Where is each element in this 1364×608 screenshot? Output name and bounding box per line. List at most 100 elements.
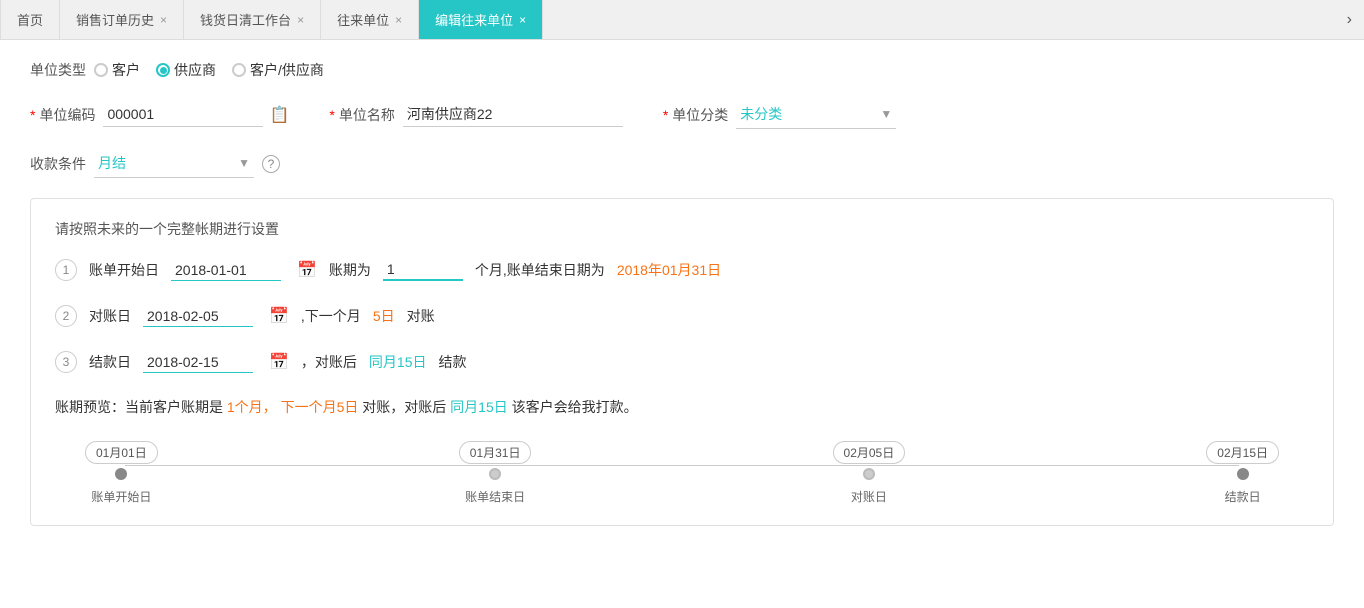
tab-cash-label: 钱货日清工作台: [200, 10, 291, 29]
unit-code-required: *: [30, 107, 35, 123]
step-2-calendar-icon[interactable]: 📅: [269, 306, 289, 326]
step-1-period-input[interactable]: [383, 259, 463, 281]
preview-2: 下一个月5日: [281, 399, 359, 415]
step-2-suffix-highlight: 5日: [373, 306, 395, 326]
unit-name-required: *: [329, 107, 334, 123]
timeline-point-0: 01月01日 账单开始日: [85, 441, 158, 505]
unit-name-input[interactable]: [403, 102, 623, 127]
step-1-date[interactable]: [171, 260, 281, 281]
step-1-label: 账单开始日: [89, 260, 159, 280]
payment-terms-value: 月结: [98, 153, 234, 173]
main-content: 单位类型 客户 供应商 客户/供应商 * 单位编码 📋 * 单位名称: [0, 40, 1364, 608]
tab-edit-partner-label: 编辑往来单位: [435, 10, 513, 29]
step-2-label: 对账日: [89, 306, 131, 326]
tab-home-label: 首页: [17, 10, 43, 29]
tab-partner-close[interactable]: ×: [395, 13, 402, 27]
tab-edit-partner-close[interactable]: ×: [519, 13, 526, 27]
step-3-suffix-post: 结款: [439, 352, 467, 372]
tab-sales-close[interactable]: ×: [160, 13, 167, 27]
unit-code-input[interactable]: [103, 102, 263, 127]
unit-category-chevron: ▼: [880, 107, 892, 121]
payment-terms-label: 收款条件: [30, 154, 86, 174]
timeline-badge-3: 02月15日: [1206, 441, 1279, 464]
step-2-date[interactable]: [143, 306, 253, 327]
step-3-num: 3: [55, 351, 77, 373]
step-1-period-end: 2018年01月31日: [617, 260, 721, 280]
payment-terms-row: 收款条件 月结 ▼ ?: [30, 149, 1334, 178]
timeline-dot-1: [489, 468, 501, 480]
step-2-num: 2: [55, 305, 77, 327]
radio-supplier-label: 供应商: [174, 60, 216, 80]
tab-partner-label: 往来单位: [337, 10, 389, 29]
timeline-point-1: 01月31日 账单结束日: [459, 441, 532, 505]
timeline-points: 01月01日 账单开始日 01月31日 账单结束日 02月05日 对账日 02月…: [85, 441, 1279, 505]
timeline-dot-2: [863, 468, 875, 480]
unit-name-label: 单位名称: [339, 105, 395, 125]
unit-category-group: * 单位分类 未分类 ▼: [663, 100, 896, 129]
unit-category-select[interactable]: 未分类 ▼: [736, 100, 896, 129]
timeline-point-3: 02月15日 结款日: [1206, 441, 1279, 505]
radio-both-label: 客户/供应商: [250, 60, 324, 80]
timeline-badge-2: 02月05日: [833, 441, 906, 464]
tab-edit-partner[interactable]: 编辑往来单位 ×: [419, 0, 543, 39]
radio-both-circle: [232, 63, 246, 77]
timeline-label-3: 结款日: [1225, 488, 1261, 505]
step-3-label: 结款日: [89, 352, 131, 372]
step-2-row: 2 对账日 📅 ,下一个月 5日 对账: [55, 305, 1309, 327]
unit-type-radio-group: 客户 供应商 客户/供应商: [94, 60, 324, 80]
unit-fields-row: * 单位编码 📋 * 单位名称 * 单位分类 未分类 ▼: [30, 100, 1334, 129]
card-section: 请按照未来的一个完整帐期进行设置 1 账单开始日 📅 账期为 个月,账单结束日期…: [30, 198, 1334, 526]
tab-cash-close[interactable]: ×: [297, 13, 304, 27]
tab-more-button[interactable]: ›: [1335, 0, 1364, 39]
preview-text: 账期预览：当前客户账期是 1个月， 下一个月5日 对账，对账后 同月15日 该客…: [55, 397, 1309, 417]
step-1-period-unit: 个月,账单结束日期为: [475, 260, 605, 280]
payment-terms-help[interactable]: ?: [262, 155, 280, 173]
unit-type-row: 单位类型 客户 供应商 客户/供应商: [30, 60, 1334, 80]
timeline-section: 01月01日 账单开始日 01月31日 账单结束日 02月05日 对账日 02月…: [55, 441, 1309, 505]
timeline-label-1: 账单结束日: [465, 488, 525, 505]
tab-partner[interactable]: 往来单位 ×: [321, 0, 419, 39]
step-2-suffix-pre: ,下一个月: [301, 306, 361, 326]
step-3-row: 3 结款日 📅 ，对账后 同月15日 结款: [55, 351, 1309, 373]
tab-sales-label: 销售订单历史: [76, 10, 154, 29]
preview-3: 对账，对账后: [362, 399, 446, 415]
unit-code-label: 单位编码: [39, 105, 95, 125]
step-1-num: 1: [55, 259, 77, 281]
timeline-point-2: 02月05日 对账日: [833, 441, 906, 505]
preview-4: 同月15日: [450, 399, 508, 415]
tab-bar: 首页 销售订单历史 × 钱货日清工作台 × 往来单位 × 编辑往来单位 × ›: [0, 0, 1364, 40]
radio-both[interactable]: 客户/供应商: [232, 60, 324, 80]
unit-category-required: *: [663, 107, 668, 123]
timeline-dot-3: [1237, 468, 1249, 480]
step-1-row: 1 账单开始日 📅 账期为 个月,账单结束日期为 2018年01月31日: [55, 259, 1309, 281]
step-1-calendar-icon[interactable]: 📅: [297, 260, 317, 280]
payment-terms-chevron: ▼: [238, 156, 250, 170]
preview-1: 1个月，: [227, 399, 277, 415]
card-title: 请按照未来的一个完整帐期进行设置: [55, 219, 1309, 239]
radio-supplier-circle: [156, 63, 170, 77]
unit-type-label: 单位类型: [30, 60, 86, 80]
unit-code-group: * 单位编码 📋: [30, 102, 289, 127]
timeline-badge-0: 01月01日: [85, 441, 158, 464]
timeline-badge-1: 01月31日: [459, 441, 532, 464]
unit-category-value: 未分类: [740, 104, 876, 124]
unit-category-label: 单位分类: [672, 105, 728, 125]
radio-supplier[interactable]: 供应商: [156, 60, 216, 80]
tab-home[interactable]: 首页: [0, 0, 60, 39]
unit-code-icon[interactable]: 📋: [269, 105, 289, 125]
step-3-calendar-icon[interactable]: 📅: [269, 352, 289, 372]
timeline-dot-0: [115, 468, 127, 480]
preview-label: 账期预览：当前客户账期是: [55, 399, 223, 415]
step-1-period-label: 账期为: [329, 260, 371, 280]
unit-name-group: * 单位名称: [329, 102, 622, 127]
timeline-label-2: 对账日: [851, 488, 887, 505]
tab-sales-history[interactable]: 销售订单历史 ×: [60, 0, 184, 39]
step-3-suffix-pre: ，对账后: [301, 352, 357, 372]
tab-cash-work[interactable]: 钱货日清工作台 ×: [184, 0, 321, 39]
radio-customer[interactable]: 客户: [94, 60, 140, 80]
payment-terms-select[interactable]: 月结 ▼: [94, 149, 254, 178]
timeline-label-0: 账单开始日: [91, 488, 151, 505]
step-2-suffix-post: 对账: [407, 306, 435, 326]
step-3-date[interactable]: [143, 352, 253, 373]
preview-5: 该客户会给我打款。: [512, 399, 638, 415]
